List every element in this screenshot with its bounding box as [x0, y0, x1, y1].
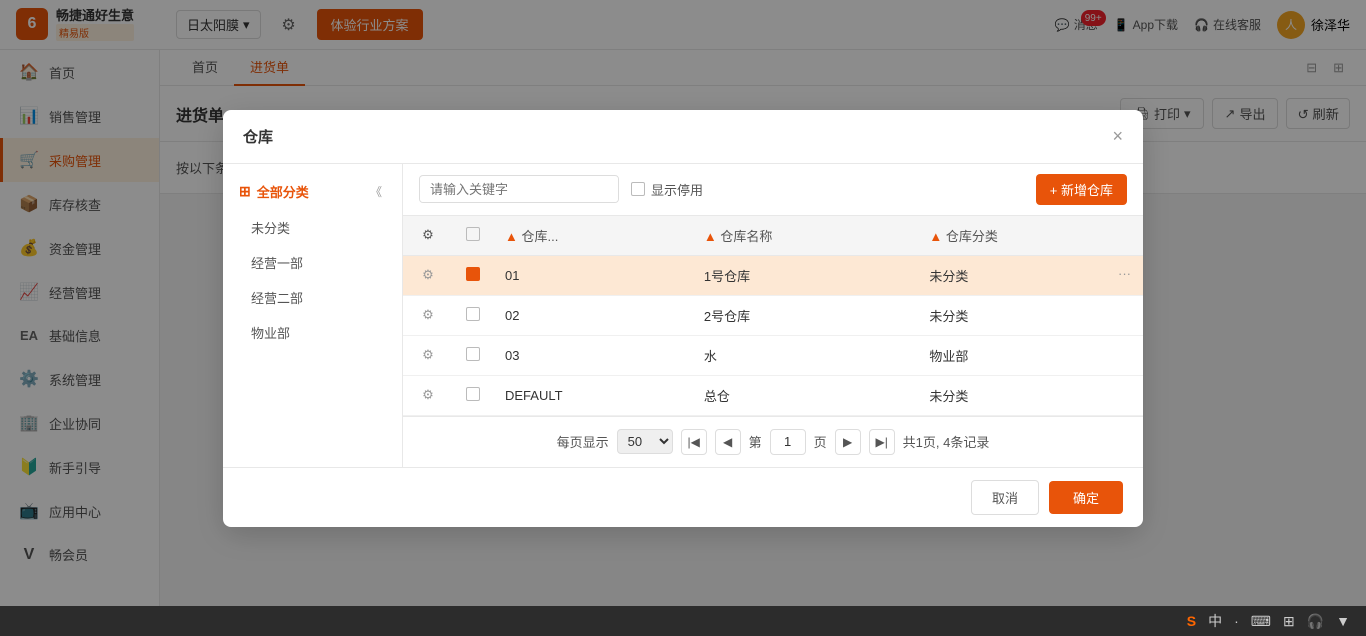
row-checkbox[interactable] — [466, 387, 480, 401]
row-checkbox-cell[interactable] — [453, 295, 493, 335]
row-checkbox-cell[interactable] — [453, 335, 493, 375]
row-gear-cell: ⚙ — [403, 375, 453, 415]
modal-header: 仓库 × — [223, 110, 1143, 164]
header-checkbox[interactable] — [466, 227, 480, 241]
show-disabled-checkbox[interactable] — [631, 182, 645, 196]
row-checkbox-cell[interactable] — [453, 255, 493, 295]
row-name-cell: 总仓 — [692, 375, 918, 415]
row-gear-cell: ⚙ — [403, 295, 453, 335]
row-checkbox-cell[interactable] — [453, 375, 493, 415]
row-name-cell: 2号仓库 — [692, 295, 918, 335]
first-page-button[interactable]: |◀ — [681, 429, 707, 455]
sort-icon3: ▲ — [929, 229, 942, 244]
status-bar: S 中 · ⌨ ⊞ 🎧 ▼ — [0, 606, 1366, 636]
warehouse-modal: 仓库 × ⊞ 全部分类 《 未分类 经营一部 经营二部 物业部 — [223, 110, 1143, 527]
th-category: ▲ 仓库分类 — [917, 216, 1143, 256]
confirm-button[interactable]: 确定 — [1049, 481, 1123, 514]
total-info: 共1页, 4条记录 — [903, 432, 990, 451]
page-unit-label: 页 — [814, 432, 827, 451]
all-category-header[interactable]: ⊞ 全部分类 《 — [223, 174, 402, 210]
modal-title: 仓库 — [243, 126, 273, 147]
cat-item-dept1[interactable]: 经营一部 — [223, 245, 402, 280]
ime-icon[interactable]: 中 — [1208, 611, 1222, 631]
show-disabled-label[interactable]: 显示停用 — [631, 180, 703, 199]
th-code: ▲ 仓库... — [493, 216, 692, 256]
cat-item-unclassified[interactable]: 未分类 — [223, 210, 402, 245]
row-category-cell: 未分类··· — [917, 255, 1143, 295]
page-size-select[interactable]: 50 100 200 — [617, 429, 673, 454]
cancel-button[interactable]: 取消 — [971, 480, 1039, 515]
category-sidebar: ⊞ 全部分类 《 未分类 经营一部 经营二部 物业部 — [223, 164, 403, 467]
add-warehouse-button[interactable]: + 新增仓库 — [1036, 174, 1127, 205]
table-row[interactable]: ⚙ 01 1号仓库 未分类··· — [403, 255, 1143, 295]
row-checkbox[interactable] — [466, 307, 480, 321]
th-name: ▲ 仓库名称 — [692, 216, 918, 256]
dropdown-icon[interactable]: ▼ — [1336, 613, 1350, 629]
sort-icon: ▲ — [505, 229, 518, 244]
row-name-cell: 水 — [692, 335, 918, 375]
row-category-cell: 未分类 — [917, 375, 1143, 415]
all-category-title: ⊞ 全部分类 — [239, 182, 309, 201]
grid-icon: ⊞ — [239, 183, 251, 200]
table-toolbar: 🔍 显示停用 + 新增仓库 — [403, 164, 1143, 216]
next-page-button[interactable]: ▶ — [835, 429, 861, 455]
all-category-label: 全部分类 — [257, 182, 309, 201]
cat-item-property[interactable]: 物业部 — [223, 315, 402, 350]
sogou-icon: S — [1187, 613, 1196, 629]
grid-icon[interactable]: ⊞ — [1283, 613, 1295, 630]
modal-footer: 取消 确定 — [223, 467, 1143, 527]
search-box: 🔍 — [419, 175, 619, 203]
th-gear: ⚙ — [403, 216, 453, 256]
row-gear-cell: ⚙ — [403, 255, 453, 295]
table-row[interactable]: ⚙ DEFAULT 总仓 未分类 — [403, 375, 1143, 415]
search-button[interactable]: 🔍 — [616, 176, 619, 202]
audio-icon[interactable]: 🎧 — [1307, 613, 1324, 630]
row-checkbox[interactable] — [466, 267, 480, 281]
per-page-label: 每页显示 — [557, 432, 609, 451]
row-gear-cell: ⚙ — [403, 335, 453, 375]
prev-page-button[interactable]: ◀ — [715, 429, 741, 455]
table-header-row: ⚙ ▲ 仓库... ▲ 仓库名称 — [403, 216, 1143, 256]
sort-icon2: ▲ — [704, 229, 717, 244]
row-no-cell: DEFAULT — [493, 375, 692, 415]
row-no-cell: 02 — [493, 295, 692, 335]
row-category-cell: 未分类 — [917, 295, 1143, 335]
modal-body: ⊞ 全部分类 《 未分类 经营一部 经营二部 物业部 🔍 — [223, 164, 1143, 467]
search-input[interactable] — [420, 177, 616, 202]
row-no-cell: 03 — [493, 335, 692, 375]
last-page-button[interactable]: ▶| — [869, 429, 895, 455]
table-row[interactable]: ⚙ 03 水 物业部 — [403, 335, 1143, 375]
row-checkbox[interactable] — [466, 347, 480, 361]
row-no-cell: 01 — [493, 255, 692, 295]
warehouse-table: ⚙ ▲ 仓库... ▲ 仓库名称 — [403, 216, 1143, 416]
modal-close-button[interactable]: × — [1112, 126, 1123, 147]
dot-icon: · — [1234, 613, 1239, 629]
keyboard-icon[interactable]: ⌨ — [1251, 613, 1271, 630]
table-area: 🔍 显示停用 + 新增仓库 ⚙ — [403, 164, 1143, 467]
th-checkbox — [453, 216, 493, 256]
modal-overlay[interactable]: 仓库 × ⊞ 全部分类 《 未分类 经营一部 经营二部 物业部 — [0, 0, 1366, 636]
row-name-cell: 1号仓库 — [692, 255, 918, 295]
data-table: ⚙ ▲ 仓库... ▲ 仓库名称 — [403, 216, 1143, 416]
pagination: 每页显示 50 100 200 |◀ ◀ 第 页 ▶ ▶| 共1页, 4条记录 — [403, 416, 1143, 467]
table-row[interactable]: ⚙ 02 2号仓库 未分类 — [403, 295, 1143, 335]
cat-item-dept2[interactable]: 经营二部 — [223, 280, 402, 315]
page-prefix-label: 第 — [749, 432, 762, 451]
show-disabled-text: 显示停用 — [651, 180, 703, 199]
row-category-cell: 物业部 — [917, 335, 1143, 375]
collapse-button[interactable]: 《 — [366, 182, 386, 202]
page-number-input[interactable] — [770, 429, 806, 455]
